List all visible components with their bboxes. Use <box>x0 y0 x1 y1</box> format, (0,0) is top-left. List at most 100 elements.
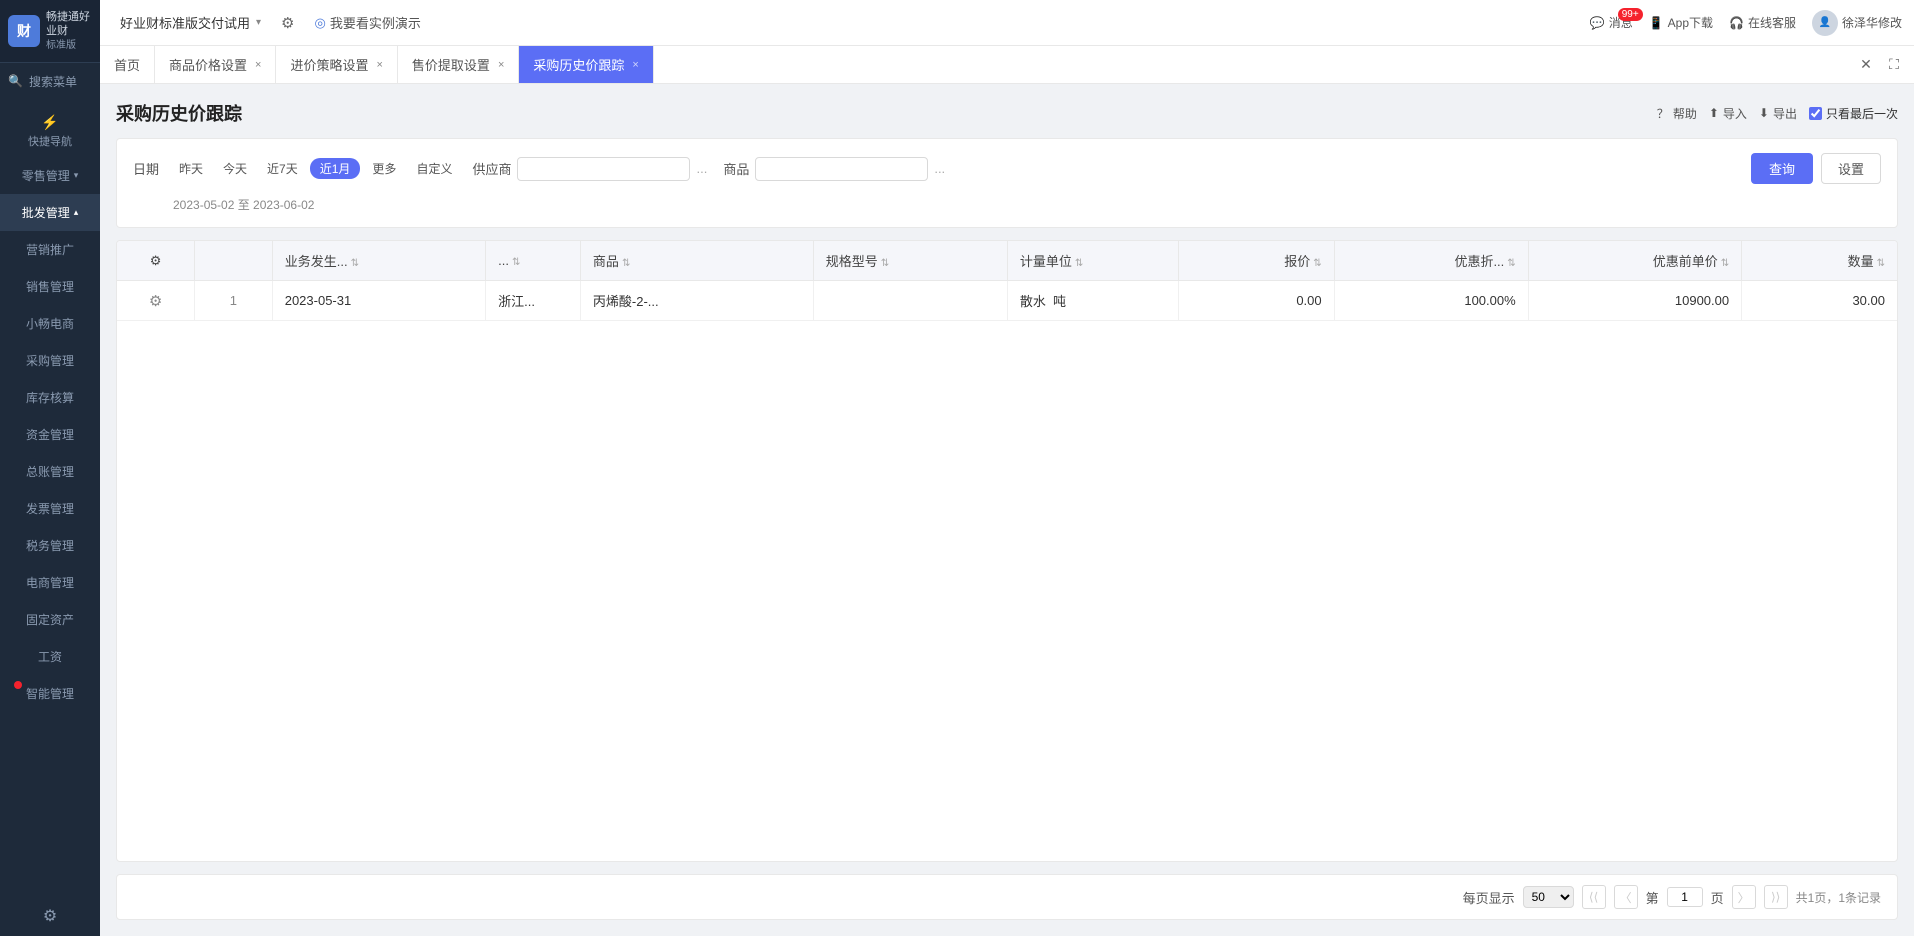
topbar-right: 💬 消息 99+ 📱 App下载 🎧 在线客服 👤 徐泽华修改 <box>1590 10 1902 36</box>
td-spec <box>813 281 1007 321</box>
pagination-prev-btn[interactable]: 〈 <box>1614 885 1638 909</box>
date-btn-last7[interactable]: 近7天 <box>259 158 306 179</box>
product-dots[interactable]: ... <box>934 161 945 176</box>
supplier-dots[interactable]: ... <box>696 161 707 176</box>
filter-bar: 日期 昨天 今天 近7天 近1月 更多 自定义 供应商 ... <box>116 138 1898 228</box>
product-filter-group: 商品 ... <box>723 157 945 181</box>
tab-close-button[interactable]: ✕ <box>1854 53 1878 77</box>
th-gear[interactable]: ⚙ <box>117 241 195 281</box>
settings-filter-button[interactable]: 设置 <box>1821 153 1881 184</box>
edition-label: 好业财标准版交付试用 <box>120 13 250 32</box>
filter-actions: 查询 设置 <box>1751 153 1881 184</box>
sidebar-item-inventory[interactable]: 库存核算 <box>0 379 100 416</box>
avatar: 👤 <box>1812 10 1838 36</box>
sidebar-item-marketing[interactable]: 营销推广 <box>0 231 100 268</box>
export-button[interactable]: ⬇ 导出 <box>1759 105 1797 122</box>
demo-button[interactable]: ◎ 我要看实例演示 <box>307 9 429 36</box>
sidebar-item-ecommerce-small[interactable]: 小畅电商 <box>0 305 100 342</box>
tab-product-price[interactable]: 商品价格设置 × <box>155 46 276 83</box>
per-page-label: 每页显示 <box>1463 888 1515 907</box>
import-button[interactable]: ⬆ 导入 <box>1709 105 1747 122</box>
export-icon: ⬇ <box>1759 106 1769 120</box>
message-button[interactable]: 💬 消息 99+ <box>1590 14 1633 31</box>
online-service-button[interactable]: 🎧 在线客服 <box>1729 14 1796 31</box>
edition-selector[interactable]: 好业财标准版交付试用 ▾ <box>112 9 269 36</box>
th-date[interactable]: 业务发生...⇅ <box>272 241 485 281</box>
topbar-settings-icon[interactable]: ⚙ <box>277 10 298 36</box>
tab-product-price-close[interactable]: × <box>255 59 261 71</box>
sidebar-item-retail[interactable]: 零售管理 ▾ <box>0 157 100 194</box>
th-price[interactable]: 优惠前单价⇅ <box>1528 241 1741 281</box>
user-menu[interactable]: 👤 徐泽华修改 <box>1812 10 1902 36</box>
th-discount[interactable]: 优惠折...⇅ <box>1334 241 1528 281</box>
th-product[interactable]: 商品⇅ <box>580 241 813 281</box>
headset-icon: 🎧 <box>1729 16 1744 30</box>
pagination: 每页显示 20 50 100 ⟨⟨ 〈 第 页 〉 ⟩⟩ 共1页，1条记录 <box>116 874 1898 920</box>
sort-icon4: ⇅ <box>881 258 889 269</box>
app-download-button[interactable]: 📱 App下载 <box>1649 14 1713 31</box>
sidebar-item-tax[interactable]: 税务管理 <box>0 527 100 564</box>
demo-label: 我要看实例演示 <box>330 13 421 32</box>
tab-home-label: 首页 <box>114 55 140 74</box>
supplier-input[interactable] <box>517 157 690 181</box>
date-btn-custom[interactable]: 自定义 <box>408 158 460 179</box>
settings-icon[interactable]: ⚙ <box>43 906 57 926</box>
notification-dot <box>14 681 22 689</box>
chevron-down-icon: ▾ <box>256 17 261 28</box>
last-only-checkbox-label[interactable]: 只看最后一次 <box>1809 105 1898 122</box>
pagination-first-btn[interactable]: ⟨⟨ <box>1582 885 1606 909</box>
td-num: 1 <box>195 281 273 321</box>
pagination-next-btn[interactable]: 〉 <box>1732 885 1756 909</box>
date-btn-more[interactable]: 更多 <box>364 158 404 179</box>
sidebar-item-fixed-assets[interactable]: 固定资产 <box>0 601 100 638</box>
chevron-up-icon: ▴ <box>74 207 79 218</box>
tab-purchase-history[interactable]: 采购历史价跟踪 × <box>519 46 653 83</box>
sidebar-bottom: ⚙ <box>0 896 100 936</box>
th-spec[interactable]: 规格型号⇅ <box>813 241 1007 281</box>
date-btn-today[interactable]: 今天 <box>215 158 255 179</box>
th-quote[interactable]: 报价⇅ <box>1179 241 1334 281</box>
sidebar-item-ledger[interactable]: 总账管理 <box>0 453 100 490</box>
td-gear: ⚙ <box>117 281 195 321</box>
tab-home[interactable]: 首页 <box>100 46 155 83</box>
per-page-select[interactable]: 20 50 100 <box>1523 886 1574 908</box>
page-header-actions: ？ 帮助 ⬆ 导入 ⬇ 导出 只看最后一次 <box>1657 105 1898 122</box>
sidebar-item-quick-nav[interactable]: ⚡ 快捷导航 <box>0 106 100 157</box>
tab-sale-price-close[interactable]: × <box>498 59 504 71</box>
sort-icon2: ⇅ <box>512 257 520 268</box>
tab-purchase-strategy-close[interactable]: × <box>376 59 382 71</box>
th-more[interactable]: ...⇅ <box>486 241 581 281</box>
chevron-down-icon: ▾ <box>74 170 79 181</box>
sidebar-item-invoice[interactable]: 发票管理 <box>0 490 100 527</box>
tab-sale-price[interactable]: 售价提取设置 × <box>398 46 519 83</box>
user-avatar-icon: 👤 <box>1819 17 1831 28</box>
date-options: 昨天 今天 近7天 近1月 更多 自定义 <box>171 158 460 179</box>
sidebar-item-ecommerce[interactable]: 电商管理 <box>0 564 100 601</box>
td-discount: 100.00% <box>1334 281 1528 321</box>
date-btn-yesterday[interactable]: 昨天 <box>171 158 211 179</box>
tab-expand-button[interactable]: ⛶ <box>1882 53 1906 77</box>
help-button[interactable]: ？ 帮助 <box>1657 105 1697 122</box>
sort-icon7: ⇅ <box>1507 258 1515 269</box>
tab-purchase-history-close[interactable]: × <box>632 59 638 71</box>
sidebar-search[interactable]: 🔍 搜索菜单 <box>0 63 100 100</box>
sidebar-item-wholesale[interactable]: 批发管理 ▴ <box>0 194 100 231</box>
sidebar-item-sales[interactable]: 销售管理 <box>0 268 100 305</box>
page-number-input[interactable] <box>1667 887 1703 907</box>
sidebar-item-purchase[interactable]: 采购管理 <box>0 342 100 379</box>
product-input[interactable] <box>755 157 928 181</box>
sidebar-item-salary[interactable]: 工资 <box>0 638 100 675</box>
pagination-last-btn[interactable]: ⟩⟩ <box>1764 885 1788 909</box>
page-label: 第 <box>1646 888 1659 907</box>
last-only-checkbox[interactable] <box>1809 107 1822 120</box>
table-body: ⚙ 1 2023-05-31 浙江... 丙烯酸-2-... 散水 吨 0.00… <box>117 281 1897 321</box>
quick-nav-icon: ⚡ <box>41 114 58 131</box>
tab-purchase-strategy[interactable]: 进价策略设置 × <box>276 46 397 83</box>
supplier-filter-label: 供应商 <box>472 159 511 178</box>
query-button[interactable]: 查询 <box>1751 153 1813 184</box>
sidebar-item-smart[interactable]: 智能管理 <box>0 675 100 712</box>
th-qty[interactable]: 数量⇅ <box>1742 241 1897 281</box>
th-unit[interactable]: 计量单位⇅ <box>1007 241 1179 281</box>
sidebar-item-finance[interactable]: 资金管理 <box>0 416 100 453</box>
date-btn-last1month[interactable]: 近1月 <box>310 158 361 179</box>
